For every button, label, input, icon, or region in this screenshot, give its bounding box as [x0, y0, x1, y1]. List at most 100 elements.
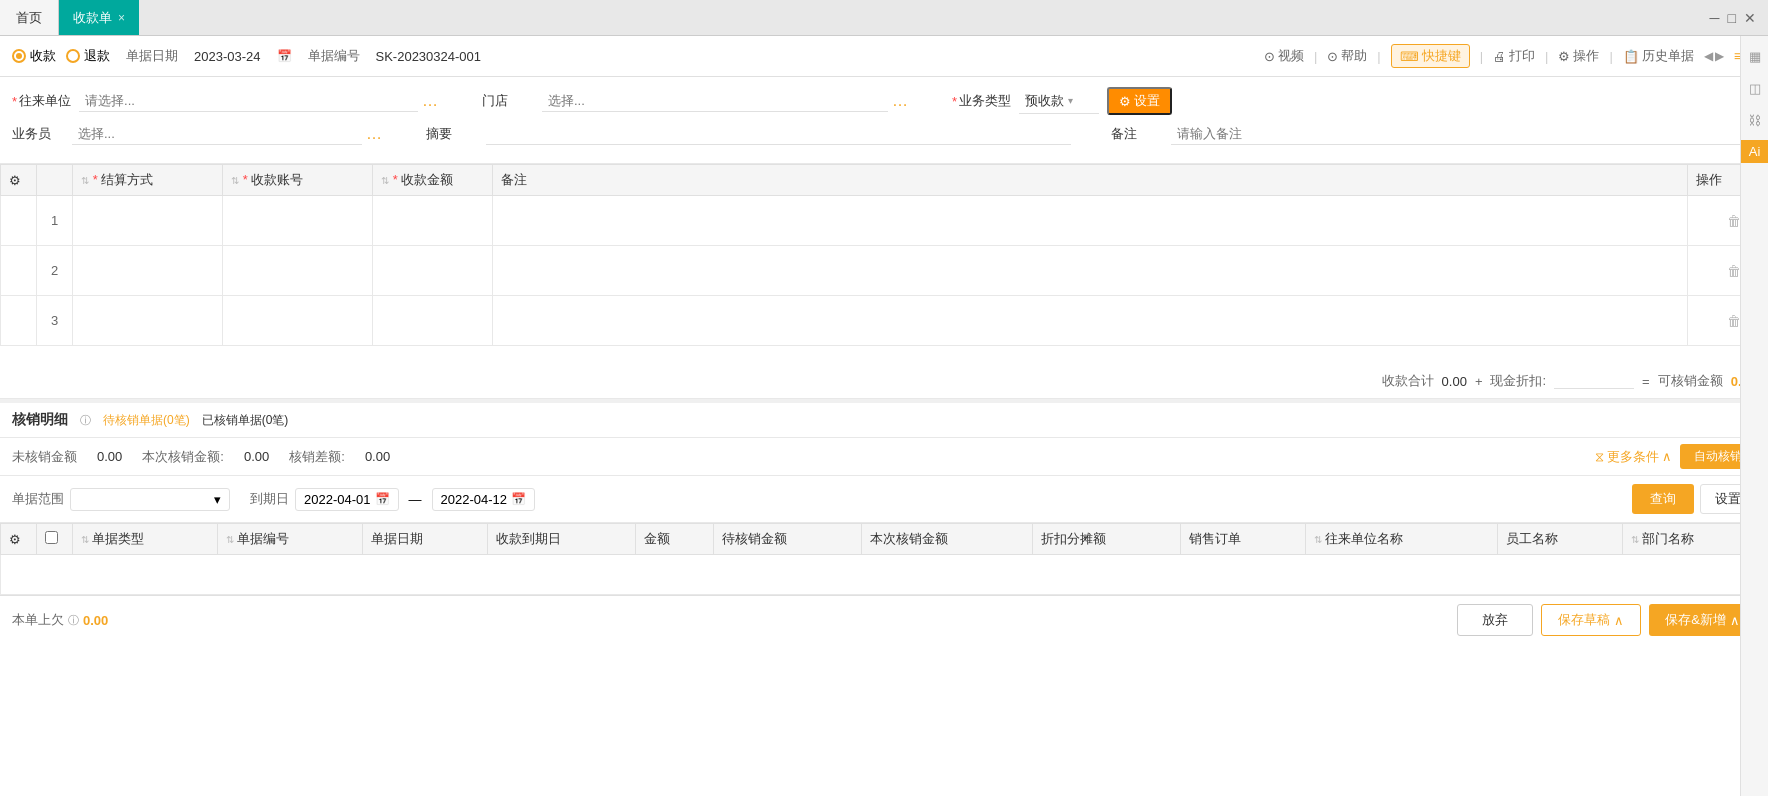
- pending-tab[interactable]: 待核销单据(0笔): [103, 412, 190, 429]
- sub-col-settings[interactable]: ⚙: [1, 524, 37, 555]
- row3-settle[interactable]: [73, 296, 223, 346]
- discount-input[interactable]: [1554, 373, 1634, 389]
- summary-field: 摘要: [426, 123, 1071, 145]
- row2-amount[interactable]: [373, 246, 493, 296]
- col-account-header: ⇅ * 收款账号: [223, 165, 373, 196]
- maximize-button[interactable]: □: [1728, 10, 1736, 26]
- col-num-header: [37, 165, 73, 196]
- range-field: 单据范围 ▾: [12, 488, 230, 511]
- close-button[interactable]: ✕: [1744, 10, 1756, 26]
- row2-delete-icon[interactable]: 🗑: [1727, 263, 1741, 279]
- form-area: * 往来单位 … 门店 … * 业务类型 预收款 ▾ ⚙: [0, 77, 1768, 164]
- abandon-button[interactable]: 放弃: [1457, 604, 1533, 636]
- staff-more-icon[interactable]: …: [362, 125, 386, 143]
- store-label: 门店: [482, 92, 542, 110]
- row2-num: 2: [37, 246, 73, 296]
- next-arrow[interactable]: ▶: [1715, 49, 1724, 63]
- row3-delete-icon[interactable]: 🗑: [1727, 313, 1741, 329]
- receipt-radio-dot: [12, 49, 26, 63]
- row1-delete-icon[interactable]: 🗑: [1727, 213, 1741, 229]
- row1-account[interactable]: [223, 196, 373, 246]
- video-btn[interactable]: ⊙ 视频: [1264, 47, 1304, 65]
- number-label: 单据编号: [308, 47, 360, 65]
- settings-icon: ⚙: [9, 173, 21, 188]
- sidebar-doc-icon[interactable]: ◫: [1743, 76, 1767, 100]
- calendar-icon[interactable]: 📅: [277, 49, 292, 63]
- shortcut-btn[interactable]: ⌨ 快捷键: [1391, 44, 1470, 68]
- sub-col-partner: ⇅ 往来单位名称: [1306, 524, 1498, 555]
- summary-input[interactable]: [486, 123, 1071, 145]
- receipt-radio[interactable]: 收款: [12, 47, 56, 65]
- col-settings-header[interactable]: ⚙: [1, 165, 37, 196]
- partner-input[interactable]: [79, 90, 418, 112]
- sub-col-type: ⇅ 单据类型: [73, 524, 218, 555]
- select-all-checkbox[interactable]: [45, 531, 58, 544]
- tab-receipt[interactable]: 收款单 ×: [59, 0, 139, 35]
- biz-settings-button[interactable]: ⚙ 设置: [1107, 87, 1172, 115]
- summary-label: 摘要: [426, 125, 486, 143]
- history-btn[interactable]: 📋 历史单据: [1623, 47, 1694, 65]
- stats-row: 未核销金额 0.00 本次核销金额: 0.00 核销差额: 0.00 ⧖ 更多条…: [0, 438, 1768, 476]
- tab-close-icon[interactable]: ×: [118, 11, 125, 25]
- range-select[interactable]: ▾: [70, 488, 230, 511]
- partner-field: * 往来单位 …: [12, 90, 442, 112]
- more-conditions-btn[interactable]: ⧖ 更多条件 ∧: [1595, 448, 1672, 466]
- draft-arrow-icon: ∧: [1614, 613, 1624, 628]
- sidebar-link-icon[interactable]: ⛓: [1743, 108, 1767, 132]
- tab-bar: 首页 收款单 × ─ □ ✕: [0, 0, 1768, 36]
- minimize-button[interactable]: ─: [1710, 10, 1720, 26]
- prev-arrow[interactable]: ◀: [1704, 49, 1713, 63]
- action-btn[interactable]: ⚙ 操作: [1558, 47, 1599, 65]
- row1-amount[interactable]: [373, 196, 493, 246]
- biz-type-select[interactable]: 预收款 ▾: [1019, 89, 1099, 114]
- sidebar-ai-icon[interactable]: Ai: [1741, 140, 1769, 163]
- done-tab[interactable]: 已核销单据(0笔): [202, 412, 289, 429]
- biz-required: *: [952, 94, 957, 109]
- bottom-bar: 本单上欠 ⓘ 0.00 放弃 保存草稿 ∧ 保存&新增 ∧: [0, 595, 1768, 644]
- sub-table: ⚙ ⇅ 单据类型 ⇅ 单据编号: [0, 523, 1768, 595]
- refund-radio[interactable]: 退款: [66, 47, 110, 65]
- remark-input[interactable]: [1171, 123, 1756, 145]
- sub-col-sales: 销售订单: [1181, 524, 1306, 555]
- discount-label: 现金折扣:: [1490, 372, 1546, 390]
- staff-input[interactable]: [72, 123, 362, 145]
- verify-info-icon[interactable]: ⓘ: [80, 413, 91, 428]
- row1-settle[interactable]: [73, 196, 223, 246]
- store-more-icon[interactable]: …: [888, 92, 912, 110]
- due-date-field: 到期日 2022-04-01 📅 — 2022-04-12 📅: [250, 488, 535, 511]
- save-arrow-icon: ∧: [1730, 613, 1740, 628]
- sidebar-table-icon[interactable]: ▦: [1743, 44, 1767, 68]
- per-bill-info-icon[interactable]: ⓘ: [68, 613, 79, 628]
- query-button[interactable]: 查询: [1632, 484, 1694, 514]
- row1-settings: [1, 196, 37, 246]
- due-date-end-input[interactable]: 2022-04-12 📅: [432, 488, 536, 511]
- current-value: 0.00: [244, 449, 269, 464]
- chevron-down-icon: ▾: [1068, 95, 1073, 106]
- row2-settle[interactable]: [73, 246, 223, 296]
- row3-remark[interactable]: [493, 296, 1688, 346]
- calendar-start-icon[interactable]: 📅: [375, 492, 390, 506]
- date-value: 2023-03-24: [194, 49, 261, 64]
- print-btn[interactable]: 🖨 打印: [1493, 47, 1535, 65]
- partner-more-icon[interactable]: …: [418, 92, 442, 110]
- unverified-label: 未核销金额: [12, 448, 77, 466]
- store-input[interactable]: [542, 90, 888, 112]
- eq-sign: =: [1642, 374, 1650, 389]
- sub-col-current: 本次核销金额: [861, 524, 1033, 555]
- receipt-label: 收款: [30, 47, 56, 65]
- row2-account[interactable]: [223, 246, 373, 296]
- sub-col-checkbox[interactable]: [37, 524, 73, 555]
- help-btn[interactable]: ⊙ 帮助: [1327, 47, 1367, 65]
- row2-remark[interactable]: [493, 246, 1688, 296]
- row3-amount[interactable]: [373, 296, 493, 346]
- due-date-start-input[interactable]: 2022-04-01 📅: [295, 488, 399, 511]
- biz-type-field: * 业务类型 预收款 ▾ ⚙ 设置: [952, 87, 1756, 115]
- sub-col-staff: 员工名称: [1498, 524, 1623, 555]
- biz-type-value: 预收款: [1025, 92, 1064, 110]
- row1-remark[interactable]: [493, 196, 1688, 246]
- partner-required: *: [12, 94, 17, 109]
- save-draft-button[interactable]: 保存草稿 ∧: [1541, 604, 1641, 636]
- calendar-end-icon[interactable]: 📅: [511, 492, 526, 506]
- row3-account[interactable]: [223, 296, 373, 346]
- tab-home[interactable]: 首页: [0, 0, 59, 35]
